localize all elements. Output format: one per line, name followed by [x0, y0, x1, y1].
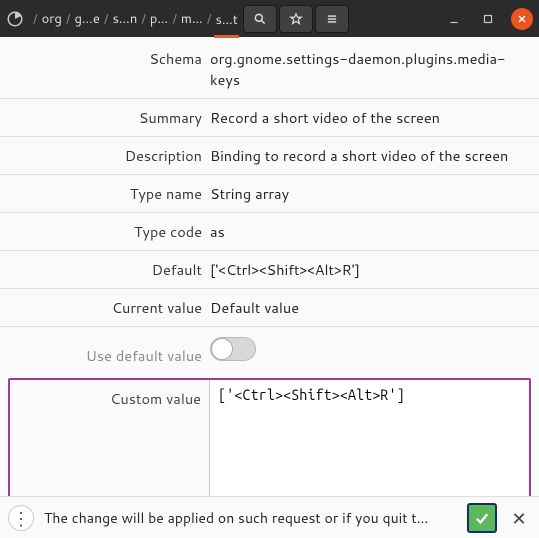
row-use-default: Use default value — [0, 326, 539, 374]
row-typename: Type name String array — [0, 174, 539, 212]
row-summary: Summary Record a short video of the scre… — [0, 98, 539, 136]
custom-value-input[interactable] — [210, 380, 529, 496]
breadcrumb-item[interactable]: s…n — [111, 8, 138, 30]
close-button[interactable] — [511, 8, 533, 30]
info-more-button[interactable]: ⋮ — [8, 505, 34, 531]
infobar-text: The change will be applied on such reque… — [44, 508, 457, 528]
search-button[interactable] — [243, 5, 277, 33]
row-description: Description Binding to record a short vi… — [0, 136, 539, 174]
breadcrumb-item[interactable]: p… — [149, 8, 169, 30]
typename-value: String array — [210, 183, 539, 204]
summary-value: Record a short video of the screen — [210, 107, 539, 128]
breadcrumb-item-active[interactable]: s…t — [214, 9, 238, 38]
menu-button[interactable] — [315, 5, 349, 33]
apply-button[interactable] — [467, 503, 497, 533]
row-default: Default ['<Ctrl><Shift><Alt>R'] — [0, 250, 539, 288]
default-label: Default — [0, 259, 210, 280]
breadcrumbs: /org /g…e /s…n /p… /m… /s…t — [30, 0, 239, 38]
summary-label: Summary — [0, 107, 210, 128]
dismiss-button[interactable]: ✕ — [507, 506, 531, 530]
typecode-label: Type code — [0, 221, 210, 242]
schema-label: Schema — [0, 45, 210, 69]
breadcrumb-item[interactable]: m… — [180, 8, 204, 30]
breadcrumb-item[interactable]: g…e — [73, 8, 100, 30]
current-value: Default value — [210, 297, 539, 318]
custom-label: Custom value — [10, 380, 210, 496]
row-current: Current value Default value — [0, 288, 539, 326]
current-label: Current value — [0, 297, 210, 318]
description-value: Binding to record a short video of the s… — [210, 145, 539, 166]
app-icon — [0, 0, 30, 37]
default-value: ['<Ctrl><Shift><Alt>R'] — [210, 259, 539, 280]
minimize-button[interactable] — [443, 8, 465, 30]
use-default-switch[interactable] — [210, 337, 256, 361]
custom-value-block: Custom value — [8, 378, 531, 496]
bookmark-button[interactable] — [279, 5, 313, 33]
titlebar: /org /g…e /s…n /p… /m… /s…t — [0, 0, 539, 37]
typecode-value: as — [210, 221, 539, 242]
content-area: Schema org.gnome.settings-daemon.plugins… — [0, 37, 539, 496]
breadcrumb-item[interactable]: org — [41, 8, 63, 30]
maximize-button[interactable] — [477, 8, 499, 30]
row-typecode: Type code as — [0, 212, 539, 250]
infobar: ⋮ The change will be applied on such req… — [0, 496, 539, 538]
typename-label: Type name — [0, 183, 210, 204]
usedefault-label: Use default value — [0, 345, 210, 366]
row-schema: Schema org.gnome.settings-daemon.plugins… — [0, 37, 539, 98]
schema-value: org.gnome.settings-daemon.plugins.media-… — [210, 48, 539, 90]
description-label: Description — [0, 145, 210, 166]
